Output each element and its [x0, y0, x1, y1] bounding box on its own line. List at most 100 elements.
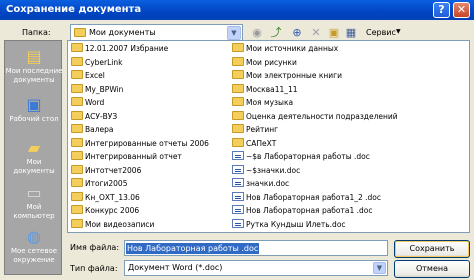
file-name: Мои источники данных — [246, 44, 339, 53]
file-list-item[interactable]: Нов Лабораторная работа1_2 .doc — [232, 191, 382, 203]
folder-icon — [71, 151, 83, 160]
new-folder-icon[interactable]: ▣ — [326, 25, 342, 41]
file-list-item[interactable]: Excel — [71, 70, 105, 81]
folder-icon — [71, 70, 83, 79]
file-list-item[interactable]: Валера — [71, 124, 114, 135]
folder-icon — [232, 110, 244, 120]
file-list-item[interactable]: АСУ-ВУЗ — [71, 110, 118, 122]
folder-dropdown-value: Мои документы — [89, 28, 156, 37]
chevron-down-icon: ▼ — [373, 262, 386, 274]
filetype-dropdown[interactable]: Документ Word (*.doc) ▼ — [124, 260, 388, 276]
filetype-value: Документ Word (*.doc) — [128, 263, 223, 272]
place-label: Мое сетевое окружение — [10, 247, 58, 264]
file-list-item[interactable]: Конкурс 2006 — [71, 205, 139, 216]
word-document-icon — [232, 151, 244, 160]
folder-icon — [71, 56, 83, 66]
file-name: Оценка деятельности подразделений — [246, 111, 398, 121]
delete-icon[interactable]: ✕ — [308, 25, 324, 41]
file-name: Интегрированные отчеты 2006 — [85, 138, 209, 148]
file-list-item[interactable]: 12.01.2007 Избрание — [71, 43, 168, 54]
file-list-item[interactable]: ~$значки.doc — [232, 164, 301, 176]
cancel-button[interactable]: Отмена — [394, 260, 470, 278]
file-list-item[interactable]: Word — [71, 97, 104, 108]
file-name: Мои электронные книги — [246, 71, 342, 80]
file-name: Excel — [85, 71, 105, 80]
folder-icon — [71, 164, 83, 174]
tools-menu-arrow-icon[interactable]: ▼ — [396, 28, 401, 35]
file-list-item[interactable]: Рейтинг — [232, 124, 278, 135]
place-my-documents[interactable]: ▰ Мои документы — [5, 136, 63, 184]
file-name: Нов Лабораторная работа1_2 .doc — [246, 192, 382, 202]
file-list-item[interactable]: Итоги2005 — [71, 178, 127, 189]
folder-icon — [71, 178, 83, 187]
file-list-item[interactable]: Мои видеозаписи — [71, 218, 155, 230]
file-name: My_BPWin — [85, 84, 124, 94]
file-name: 12.01.2007 Избрание — [85, 44, 169, 53]
file-name: Моя музыка — [246, 98, 294, 107]
help-button[interactable]: ? — [433, 2, 450, 18]
filename-input[interactable]: Нов Лабораторная работы .doc — [124, 240, 388, 256]
file-list-item[interactable]: САПеХТ — [232, 137, 276, 149]
views-icon[interactable]: ▦ — [343, 25, 359, 41]
file-name: Мои рисунки — [246, 57, 297, 67]
folder-icon — [232, 124, 244, 133]
file-name: Рутка Кундыш Илеть.doc — [246, 219, 346, 229]
file-name: ~$значки.doc — [246, 165, 301, 175]
file-list-item[interactable]: Мои электронные книги — [232, 70, 342, 81]
file-list-item[interactable]: Интегрированные отчеты 2006 — [71, 137, 209, 149]
file-list[interactable]: 12.01.2007 Избрание CyberLink Excel My_BPWi… — [67, 40, 470, 233]
file-name: CyberLink — [85, 57, 123, 67]
place-network[interactable]: ◍ Мое сетевое окружение — [5, 225, 63, 273]
folder-icon — [71, 43, 83, 52]
file-list-item[interactable]: значки.doc — [232, 178, 289, 189]
folder-icon — [232, 137, 244, 147]
word-document-icon — [232, 218, 244, 228]
my-documents-icon: ▰ — [27, 138, 41, 157]
word-document-icon — [232, 178, 244, 187]
my-computer-icon: ▭ — [26, 183, 42, 202]
file-name: Мои видеозаписи — [85, 219, 155, 229]
file-list-item[interactable]: My_BPWin — [71, 83, 124, 95]
file-list-item[interactable]: Интегрированный отчет — [71, 151, 182, 162]
folder-icon — [71, 124, 83, 133]
file-list-item[interactable]: Москва11_11 — [232, 83, 298, 95]
file-list-item[interactable]: Интотчет2006 — [71, 164, 141, 176]
folder-icon — [232, 43, 244, 52]
up-folder-icon[interactable]: ⤴ — [268, 25, 284, 41]
file-list-item[interactable]: ~$в Лабораторная работы .doc — [232, 151, 370, 162]
search-web-icon[interactable]: ⊕ — [289, 25, 305, 41]
file-name: Москва11_11 — [246, 84, 298, 94]
file-list-item[interactable]: Мои рисунки — [232, 56, 297, 68]
file-name: Конкурс 2006 — [85, 206, 140, 215]
folder-icon — [71, 205, 83, 214]
save-button[interactable]: Сохранить — [394, 240, 470, 258]
file-list-item[interactable]: Оценка деятельности подразделений — [232, 110, 398, 122]
file-list-item[interactable]: Нов Лабораторная работа1 .doc — [232, 205, 373, 216]
filetype-label: Тип файла: — [70, 264, 118, 273]
chevron-down-icon: ▼ — [227, 26, 241, 40]
tools-menu[interactable]: Сервис — [366, 28, 396, 37]
folder-icon — [71, 83, 83, 93]
file-list-item[interactable]: Рутка Кундыш Илеть.doc — [232, 218, 346, 230]
file-list-item[interactable]: Кн_ОХТ_13.06 — [71, 191, 140, 203]
file-list-item[interactable]: Мои источники данных — [232, 43, 338, 54]
folder-icon — [71, 137, 83, 147]
file-name: АСУ-ВУЗ — [85, 111, 118, 121]
place-label: Мой компьютер — [13, 203, 55, 220]
window-title: Сохранение документа — [6, 4, 142, 15]
file-name: Итоги2005 — [85, 179, 128, 188]
file-name: Нов Лабораторная работа1 .doc — [246, 206, 373, 215]
back-icon[interactable]: ◉ — [249, 25, 265, 41]
file-name: Валера — [85, 125, 114, 134]
file-name: Интегрированный отчет — [85, 152, 182, 161]
file-list-item[interactable]: Моя музыка — [232, 97, 293, 108]
desktop-icon: ▣ — [26, 95, 42, 114]
place-my-computer[interactable]: ▭ Мой компьютер — [5, 181, 63, 229]
place-recent[interactable]: ▤ Мои последние документы — [5, 45, 63, 93]
close-button[interactable]: ✕ — [453, 2, 470, 18]
folder-dropdown[interactable]: Мои документы ▼ — [70, 24, 243, 41]
filename-label: Имя файла: — [70, 243, 120, 252]
file-name: значки.doc — [246, 179, 290, 188]
place-desktop[interactable]: ▣ Рабочий стол — [5, 93, 63, 141]
file-list-item[interactable]: CyberLink — [71, 56, 123, 68]
